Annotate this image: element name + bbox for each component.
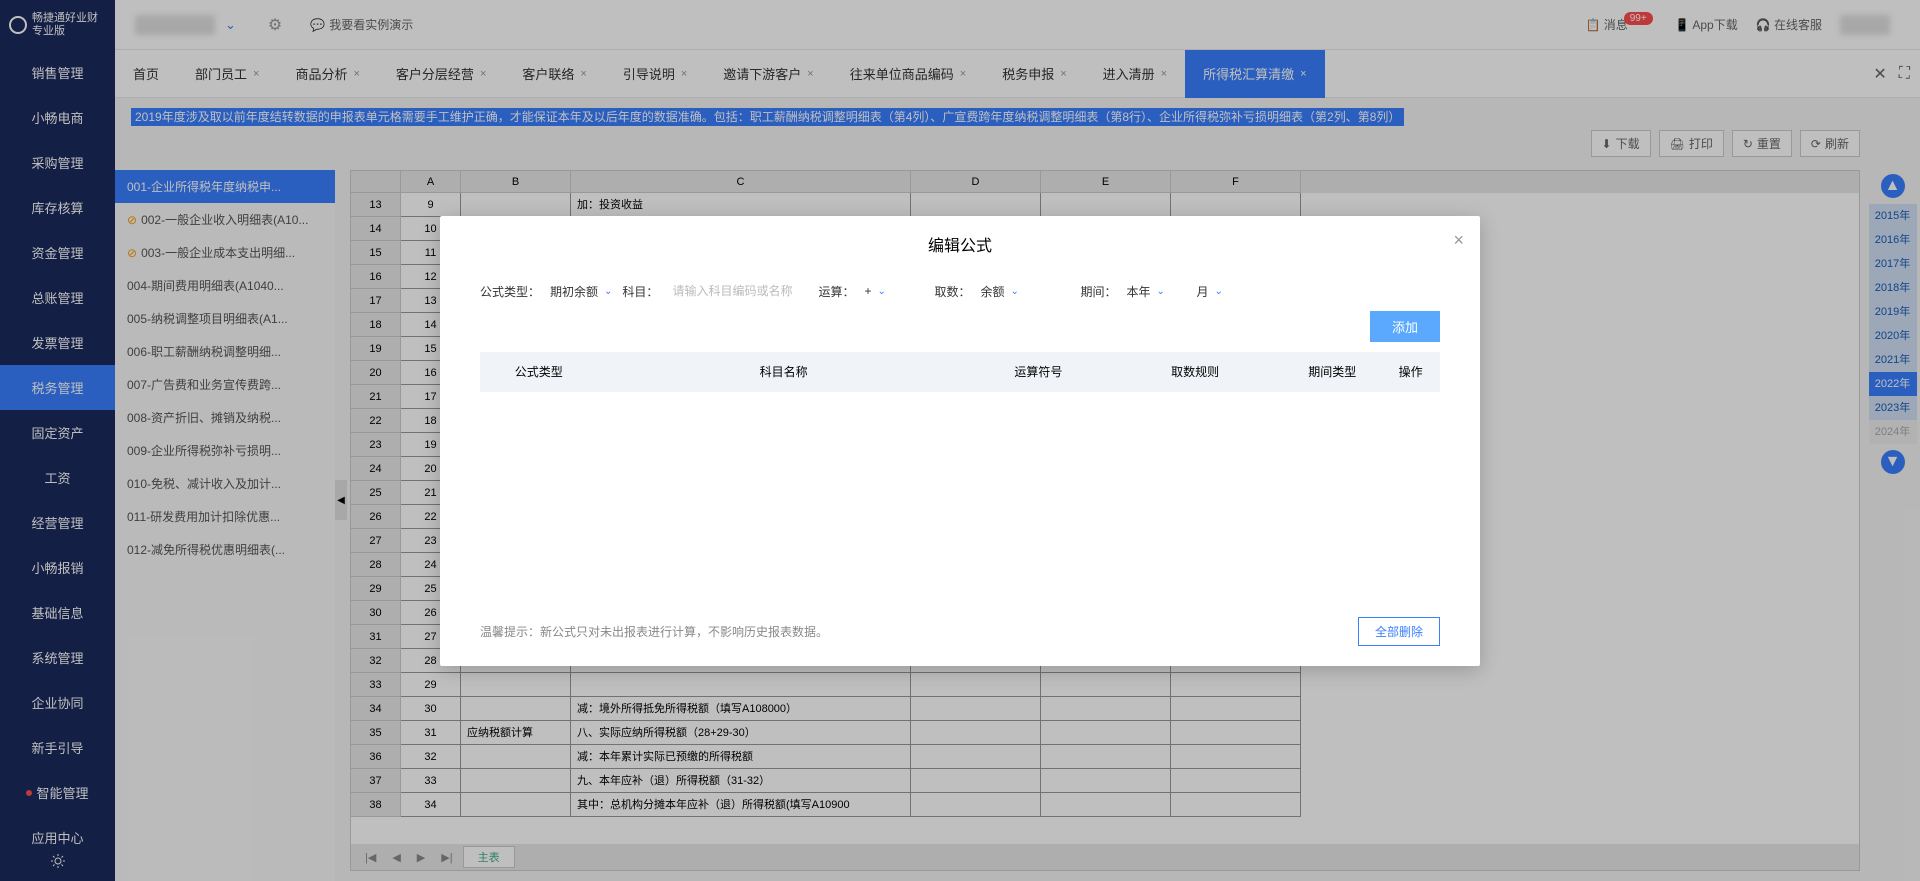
- th-action: 操作: [1381, 363, 1440, 380]
- th-subject-name: 科目名称: [598, 363, 970, 380]
- subject-input[interactable]: [668, 282, 808, 301]
- period-year-select[interactable]: 本年⌄: [1126, 283, 1186, 300]
- formula-table: 公式类型 科目名称 运算符号 取数规则 期间类型 操作: [480, 352, 1440, 392]
- modal-title: 编辑公式: [928, 232, 992, 256]
- edit-formula-modal: 编辑公式 × 公式类型： 期初余额⌄ 科目： 运算： +⌄ 取数： 余额⌄ 期间…: [440, 216, 1480, 666]
- period-month-select[interactable]: 月⌄: [1196, 283, 1256, 300]
- th-formula-type: 公式类型: [480, 363, 598, 380]
- label-period: 期间：: [1080, 283, 1116, 300]
- th-operator: 运算符号: [970, 363, 1107, 380]
- label-fetch: 取数：: [934, 283, 970, 300]
- fetch-select[interactable]: 余额⌄: [980, 283, 1070, 300]
- modal-close-button[interactable]: ×: [1453, 230, 1464, 251]
- th-period-type: 期间类型: [1283, 363, 1381, 380]
- modal-hint: 温馨提示：新公式只对未出报表进行计算，不影响历史报表数据。: [480, 623, 828, 640]
- label-subject: 科目：: [622, 283, 658, 300]
- operator-select[interactable]: +⌄: [864, 284, 924, 298]
- th-fetch-rule: 取数规则: [1107, 363, 1283, 380]
- label-formula-type: 公式类型：: [480, 283, 540, 300]
- label-operator: 运算：: [818, 283, 854, 300]
- formula-type-select[interactable]: 期初余额⌄: [550, 283, 612, 300]
- delete-all-button[interactable]: 全部删除: [1358, 617, 1440, 646]
- add-button[interactable]: 添加: [1370, 311, 1440, 342]
